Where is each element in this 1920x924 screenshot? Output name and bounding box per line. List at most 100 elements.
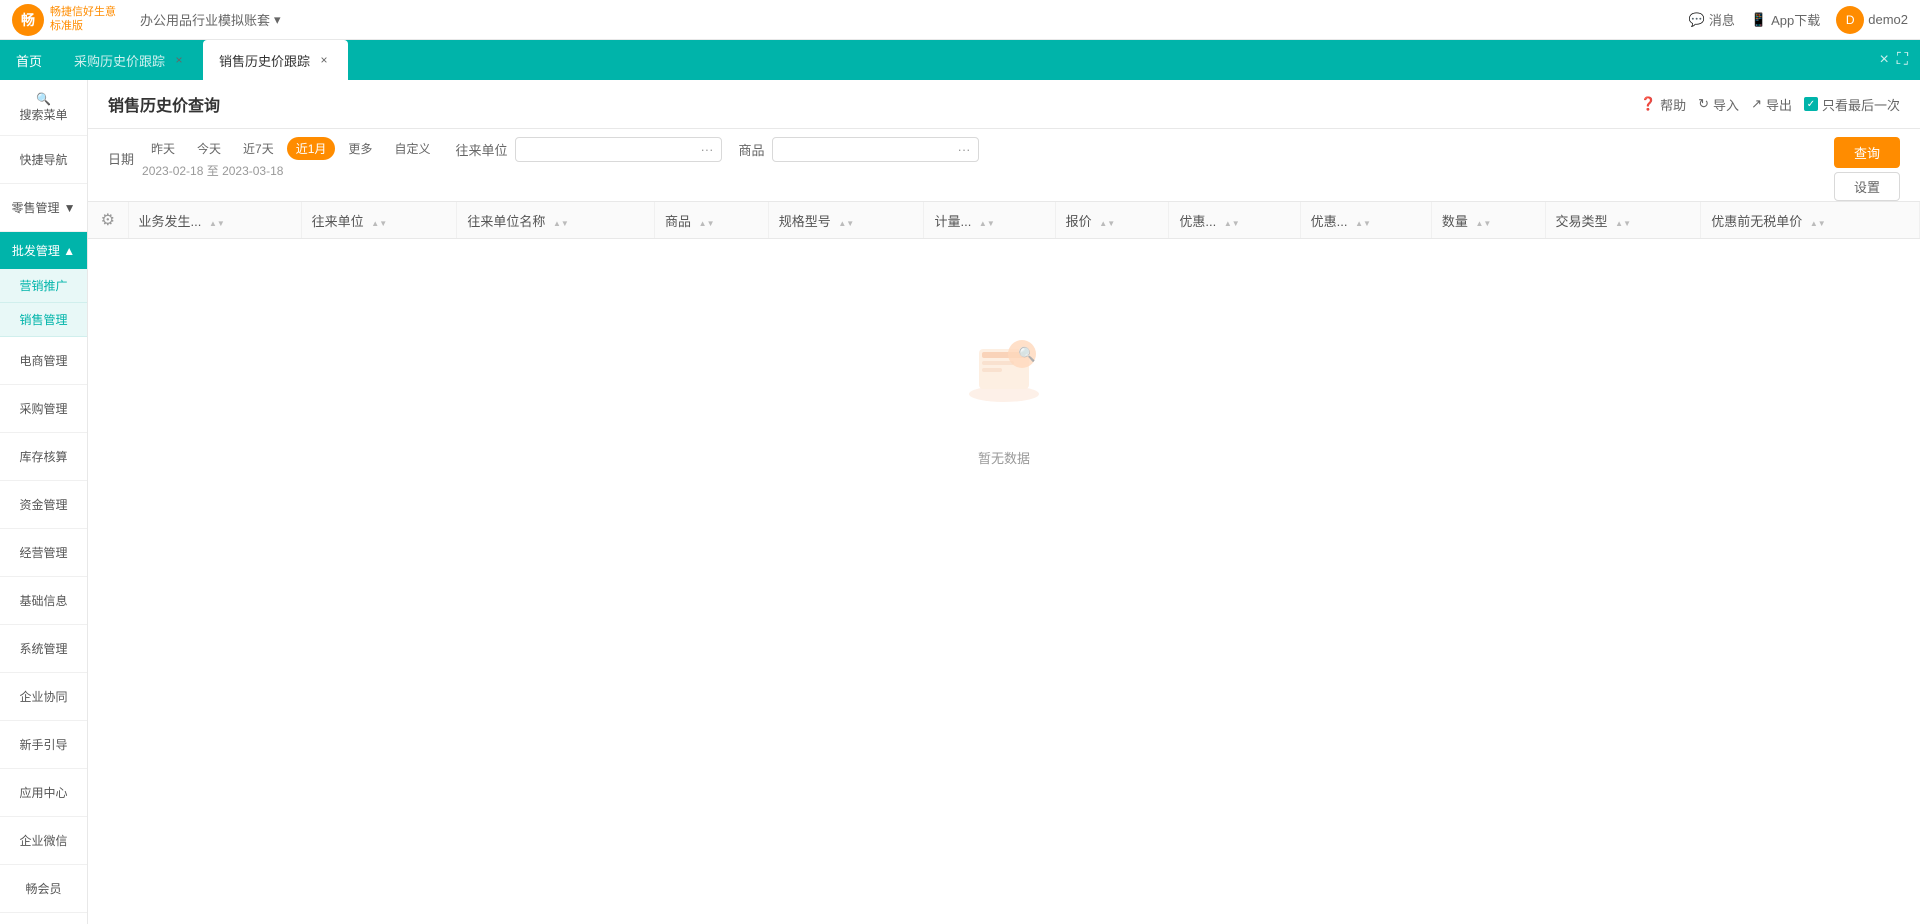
empty-illustration: 🔍 — [954, 319, 1054, 436]
message-icon: 💬 — [1689, 12, 1705, 28]
sidebar-item-enterprise[interactable]: 企业协同 — [0, 673, 87, 721]
data-table: ⚙ 业务发生... ▲▼ 往来单位 ▲▼ 往来单位名称 ▲▼ — [88, 202, 1920, 239]
sidebar-operations-label: 经营管理 — [19, 544, 67, 561]
search-icon: 🔍 — [36, 92, 51, 106]
app-download-label: App下载 — [1771, 10, 1820, 29]
col-pretax-price[interactable]: 优惠前无税单价 ▲▼ — [1701, 202, 1920, 239]
main-layout: 🔍 搜索菜单 快捷导航 零售管理 ▼ 批发管理 ▲ 营销推广 销售管理 电商管理… — [0, 80, 1920, 924]
sidebar-item-search[interactable]: 🔍 搜索菜单 — [0, 80, 87, 136]
filter-bar: 日期 昨天 今天 近7天 近1月 更多 自定义 2023-02-18 至 202… — [88, 129, 1920, 202]
empty-text: 暂无数据 — [978, 448, 1030, 467]
tab-sales-close[interactable]: × — [316, 52, 332, 68]
col-partner-name[interactable]: 往来单位名称 ▲▼ — [457, 202, 655, 239]
empty-svg: 🔍 — [954, 319, 1054, 419]
sidebar-sub-marketing[interactable]: 营销推广 — [0, 269, 87, 303]
tab-purchase-history[interactable]: 采购历史价跟踪 × — [58, 40, 203, 80]
help-button[interactable]: ❓ 帮助 — [1640, 95, 1686, 114]
table-header-row: ⚙ 业务发生... ▲▼ 往来单位 ▲▼ 往来单位名称 ▲▼ — [88, 202, 1920, 239]
date-btn-more[interactable]: 更多 — [339, 137, 381, 160]
sidebar-sub-sales[interactable]: 销售管理 — [0, 303, 87, 337]
sidebar-sales-label: 销售管理 — [19, 313, 67, 327]
date-btn-yesterday[interactable]: 昨天 — [142, 137, 184, 160]
settings-gear-icon[interactable]: ⚙ — [101, 212, 115, 229]
window-maximize-button[interactable]: ⛶ — [1897, 51, 1908, 69]
export-icon: ↗ — [1751, 96, 1762, 112]
sort-arrows-qty: ▲▼ — [1475, 219, 1491, 228]
sidebar-item-wechat[interactable]: 企业微信 — [0, 817, 87, 865]
sidebar: 🔍 搜索菜单 快捷导航 零售管理 ▼ 批发管理 ▲ 营销推广 销售管理 电商管理… — [0, 80, 88, 924]
col-spec[interactable]: 规格型号 ▲▼ — [768, 202, 924, 239]
app-selector[interactable]: 办公用品行业模拟账套 ▾ — [140, 10, 281, 29]
sort-arrows-discount2: ▲▼ — [1355, 219, 1371, 228]
content-area: 销售历史价查询 ❓ 帮助 ↻ 导入 ↗ 导出 ✓ 只看最后一次 — [88, 80, 1920, 924]
export-button[interactable]: ↗ 导出 — [1751, 95, 1792, 114]
setting-button[interactable]: 设置 — [1834, 172, 1900, 201]
col-goods[interactable]: 商品 ▲▼ — [655, 202, 769, 239]
tab-home[interactable]: 首页 — [0, 40, 58, 80]
col-partner-code[interactable]: 往来单位 ▲▼ — [301, 202, 457, 239]
sidebar-item-inventory[interactable]: 库存核算 — [0, 433, 87, 481]
sidebar-newbie-label: 新手引导 — [19, 736, 67, 753]
download-icon: 📱 — [1751, 12, 1767, 28]
tab-sales-label: 销售历史价跟踪 — [219, 51, 310, 70]
sidebar-item-retail[interactable]: 零售管理 ▼ — [0, 184, 87, 232]
app-download-button[interactable]: 📱 App下载 — [1751, 10, 1820, 29]
tab-home-label: 首页 — [16, 51, 42, 70]
date-filter-group: 日期 昨天 今天 近7天 近1月 更多 自定义 2023-02-18 至 202… — [108, 137, 439, 179]
sort-arrows-discount1: ▲▼ — [1224, 219, 1240, 228]
col-discount1[interactable]: 优惠... ▲▼ — [1169, 202, 1300, 239]
sidebar-item-member[interactable]: 畅会员 — [0, 865, 87, 913]
date-btn-today[interactable]: 今天 — [188, 137, 230, 160]
col-unit[interactable]: 计量... ▲▼ — [924, 202, 1055, 239]
goods-input-dots[interactable]: ··· — [957, 142, 970, 157]
goods-input-container[interactable]: ··· — [772, 137, 979, 162]
col-price[interactable]: 报价 ▲▼ — [1055, 202, 1169, 239]
import-button[interactable]: ↻ 导入 — [1698, 95, 1739, 114]
partner-input-container[interactable]: ··· — [515, 137, 722, 162]
date-filter-label: 日期 — [108, 149, 134, 168]
date-btn-1month[interactable]: 近1月 — [287, 137, 336, 160]
col-trade-type[interactable]: 交易类型 ▲▼ — [1545, 202, 1701, 239]
tabbar-right: × ⛶ — [1879, 51, 1920, 69]
partner-input-dots[interactable]: ··· — [700, 142, 713, 157]
tab-sales-history[interactable]: 销售历史价跟踪 × — [203, 40, 348, 80]
table-header: ⚙ 业务发生... ▲▼ 往来单位 ▲▼ 往来单位名称 ▲▼ — [88, 202, 1920, 239]
date-btn-custom[interactable]: 自定义 — [385, 137, 439, 160]
col-settings[interactable]: ⚙ — [88, 202, 128, 239]
sort-arrows-trade-type: ▲▼ — [1615, 219, 1631, 228]
topbar: 畅 畅捷信好生意 标准版 办公用品行业模拟账套 ▾ 💬 消息 📱 App下载 D… — [0, 0, 1920, 40]
col-biz-date[interactable]: 业务发生... ▲▼ — [128, 202, 301, 239]
only-last-checkbox[interactable]: ✓ — [1804, 97, 1818, 111]
sidebar-item-finance[interactable]: 资金管理 — [0, 481, 87, 529]
import-icon: ↻ — [1698, 96, 1709, 112]
partner-filter-group: 往来单位 ··· — [455, 137, 722, 162]
partner-input[interactable] — [524, 142, 700, 157]
export-label: 导出 — [1766, 95, 1792, 114]
col-discount2[interactable]: 优惠... ▲▼ — [1300, 202, 1431, 239]
logo-text: 畅捷信好生意 标准版 — [50, 6, 116, 32]
sidebar-item-purchase[interactable]: 采购管理 — [0, 385, 87, 433]
sidebar-item-basics[interactable]: 基础信息 — [0, 577, 87, 625]
logo-area[interactable]: 畅 畅捷信好生意 标准版 — [12, 4, 116, 36]
sidebar-item-newbie[interactable]: 新手引导 — [0, 721, 87, 769]
sidebar-item-ecommerce[interactable]: 电商管理 — [0, 337, 87, 385]
sidebar-appcenter-label: 应用中心 — [19, 784, 67, 801]
col-qty[interactable]: 数量 ▲▼ — [1431, 202, 1545, 239]
page-title: 销售历史价查询 — [108, 92, 220, 116]
sidebar-enterprise-label: 企业协同 — [19, 688, 67, 705]
tab-purchase-close[interactable]: × — [171, 52, 187, 68]
date-btn-7days[interactable]: 近7天 — [234, 137, 283, 160]
sidebar-item-quick-nav[interactable]: 快捷导航 — [0, 136, 87, 184]
sidebar-item-appcenter[interactable]: 应用中心 — [0, 769, 87, 817]
only-last-toggle[interactable]: ✓ 只看最后一次 — [1804, 95, 1900, 114]
sidebar-marketing-label: 营销推广 — [19, 279, 67, 293]
sidebar-item-operations[interactable]: 经营管理 — [0, 529, 87, 577]
sidebar-retail-label: 零售管理 — [12, 199, 60, 216]
user-menu[interactable]: D demo2 — [1836, 6, 1908, 34]
goods-input[interactable] — [781, 142, 957, 157]
window-close-button[interactable]: × — [1879, 51, 1888, 69]
sidebar-item-wholesale[interactable]: 批发管理 ▲ — [0, 232, 87, 269]
sidebar-item-system[interactable]: 系统管理 — [0, 625, 87, 673]
search-button[interactable]: 查询 — [1834, 137, 1900, 168]
message-button[interactable]: 💬 消息 — [1689, 10, 1735, 29]
